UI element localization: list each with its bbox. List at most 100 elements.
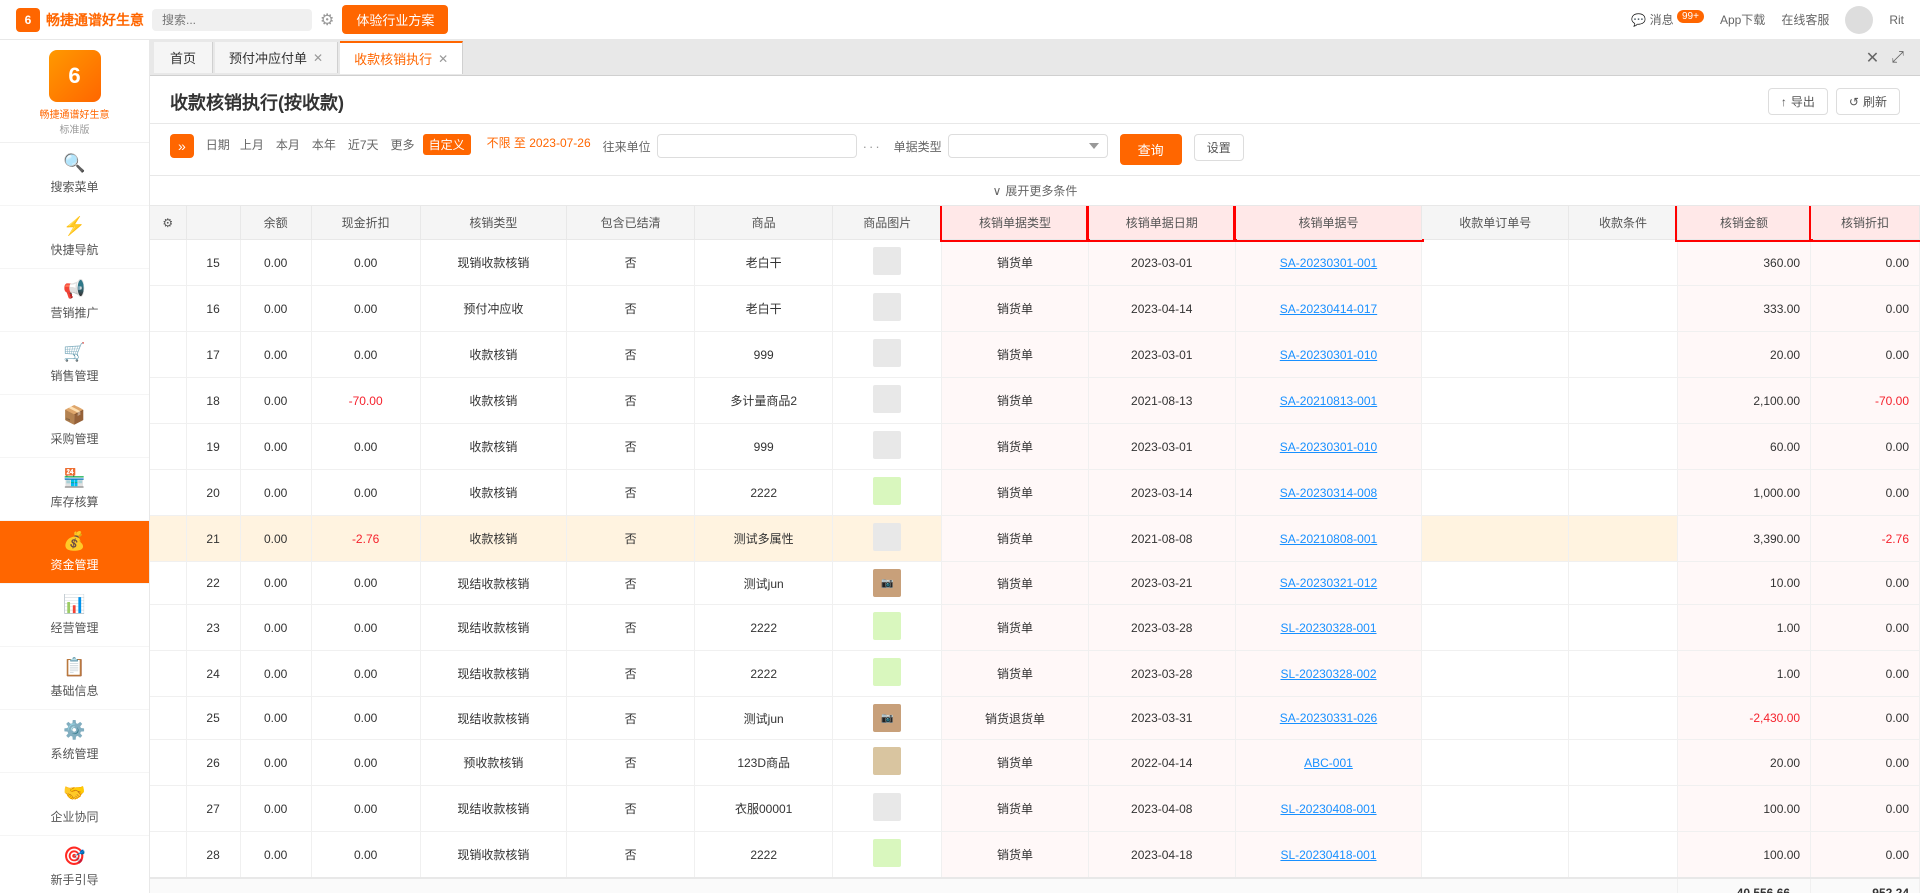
- td-voucher-no[interactable]: SA-20230301-001: [1235, 240, 1422, 286]
- td-cancel-discount: 0.00: [1811, 240, 1920, 286]
- td-gear: [150, 651, 186, 697]
- td-voucher-type: 销货单: [942, 786, 1089, 832]
- td-balance: 0.00: [240, 332, 311, 378]
- avatar[interactable]: [1845, 6, 1873, 34]
- td-voucher-no[interactable]: SA-20210808-001: [1235, 516, 1422, 562]
- setting-button[interactable]: 设置: [1194, 134, 1244, 161]
- td-is-settled: 否: [567, 424, 695, 470]
- td-cancel-type: 预付冲应收: [420, 286, 567, 332]
- td-cancel-discount: 0.00: [1811, 424, 1920, 470]
- refresh-icon: ↺: [1849, 95, 1859, 109]
- td-voucher-date: 2023-03-01: [1088, 424, 1235, 470]
- tab-prepay[interactable]: 预付冲应付单 ✕: [215, 42, 338, 73]
- sidebar-item-search[interactable]: 🔍 搜索菜单: [0, 143, 149, 206]
- sidebar-item-sales[interactable]: 🛒 销售管理: [0, 332, 149, 395]
- td-product: 2222: [695, 470, 833, 516]
- td-collection-cond: [1569, 605, 1678, 651]
- td-collection-cond: [1569, 286, 1678, 332]
- td-cash-discount: 0.00: [311, 332, 420, 378]
- sidebar-item-system[interactable]: ⚙️ 系统管理: [0, 710, 149, 773]
- date-this-year[interactable]: 本年: [308, 134, 340, 155]
- date-range: 不限 至 2023-07-26: [487, 134, 591, 151]
- td-cash-discount: 0.00: [311, 697, 420, 740]
- td-cancel-amount: -2,430.00: [1677, 697, 1810, 740]
- date-7days[interactable]: 近7天: [344, 134, 383, 155]
- td-voucher-no[interactable]: ABC-001: [1235, 740, 1422, 786]
- td-voucher-no[interactable]: SA-20230321-012: [1235, 562, 1422, 605]
- td-cancel-type: 现结收款核销: [420, 697, 567, 740]
- gear-icon[interactable]: ⚙: [320, 10, 334, 30]
- filter-toggle-btn[interactable]: »: [170, 134, 194, 158]
- td-voucher-no[interactable]: SL-20230328-001: [1235, 605, 1422, 651]
- td-voucher-no[interactable]: SA-20230301-010: [1235, 332, 1422, 378]
- product-img: [873, 431, 901, 459]
- query-button[interactable]: 查询: [1120, 134, 1182, 165]
- td-cash-discount: 0.00: [311, 832, 420, 879]
- voucher-type-select[interactable]: [948, 134, 1108, 158]
- online-service[interactable]: 在线客服: [1781, 11, 1829, 28]
- tab-close-all-btn[interactable]: ✕: [1862, 44, 1883, 72]
- partner-input[interactable]: [657, 134, 857, 158]
- td-voucher-no[interactable]: SA-20230314-008: [1235, 470, 1422, 516]
- sidebar-item-operations[interactable]: 📊 经营管理: [0, 584, 149, 647]
- td-product: 多计量商品2: [695, 378, 833, 424]
- td-collection-cond: [1569, 651, 1678, 697]
- sidebar-item-inventory[interactable]: 🏪 库存核算: [0, 458, 149, 521]
- td-cash-discount: 0.00: [311, 605, 420, 651]
- app-download[interactable]: App下载: [1720, 11, 1765, 28]
- td-voucher-no[interactable]: SA-20210813-001: [1235, 378, 1422, 424]
- tab-collection-close[interactable]: ✕: [438, 52, 448, 66]
- sidebar-item-quick[interactable]: ⚡ 快捷导航: [0, 206, 149, 269]
- page-title: 收款核销执行(按收款): [170, 89, 344, 115]
- filter-bar: » 日期 上月 本月 本年 近7天 更多 自定义 不限 至 2023-07-26: [150, 124, 1920, 176]
- tab-collection[interactable]: 收款核销执行 ✕: [340, 41, 463, 74]
- sidebar-item-purchase[interactable]: 📦 采购管理: [0, 395, 149, 458]
- td-product: 老白干: [695, 240, 833, 286]
- refresh-button[interactable]: ↺ 刷新: [1836, 88, 1900, 115]
- td-index: 18: [186, 378, 240, 424]
- tab-home[interactable]: 首页: [154, 42, 213, 73]
- td-balance: 0.00: [240, 740, 311, 786]
- td-voucher-no[interactable]: SL-20230418-001: [1235, 832, 1422, 879]
- td-collection-cond: [1569, 562, 1678, 605]
- table-row: 240.000.00现结收款核销否2222销货单2023-03-28SL-202…: [150, 651, 1920, 697]
- search-input[interactable]: [152, 9, 312, 31]
- sidebar-item-basic[interactable]: 📋 基础信息: [0, 647, 149, 710]
- sidebar-item-marketing[interactable]: 📢 营销推广: [0, 269, 149, 332]
- td-voucher-type: 销货单: [942, 240, 1089, 286]
- td-voucher-no[interactable]: SA-20230301-010: [1235, 424, 1422, 470]
- th-gear[interactable]: ⚙: [150, 206, 186, 240]
- expand-more-btn[interactable]: ∨ 展开更多条件: [993, 182, 1078, 199]
- sidebar-item-guide[interactable]: 🎯 新手引导: [0, 836, 149, 893]
- sum-cancel-discount: 952.24: [1811, 878, 1920, 893]
- date-this-month[interactable]: 本月: [272, 134, 304, 155]
- td-voucher-date: 2023-03-01: [1088, 332, 1235, 378]
- sidebar-item-finance[interactable]: 💰 资金管理: [0, 521, 149, 584]
- sidebar-item-collab[interactable]: 🤝 企业协同: [0, 773, 149, 836]
- export-button[interactable]: ↑ 导出: [1768, 88, 1828, 115]
- td-voucher-no[interactable]: SA-20230331-026: [1235, 697, 1422, 740]
- date-more[interactable]: 更多: [387, 134, 419, 155]
- td-product: 测试多属性: [695, 516, 833, 562]
- tab-prepay-label: 预付冲应付单: [229, 48, 307, 67]
- td-voucher-type: 销货单: [942, 562, 1089, 605]
- td-voucher-no[interactable]: SL-20230408-001: [1235, 786, 1422, 832]
- product-img: 📷: [873, 569, 901, 597]
- industry-btn[interactable]: 体验行业方案: [342, 5, 448, 34]
- td-voucher-no[interactable]: SL-20230328-002: [1235, 651, 1422, 697]
- td-index: 26: [186, 740, 240, 786]
- date-custom[interactable]: 自定义: [423, 134, 471, 155]
- brand: 6 畅捷通谱好生意: [16, 8, 144, 32]
- tab-expand-btn[interactable]: ⤢: [1887, 45, 1908, 71]
- date-last-month[interactable]: 上月: [236, 134, 268, 155]
- system-icon: ⚙️: [63, 720, 85, 741]
- page-actions: ↑ 导出 ↺ 刷新: [1768, 88, 1900, 115]
- td-collection-order: [1422, 651, 1569, 697]
- td-voucher-type: 销货单: [942, 651, 1089, 697]
- sidebar-logo: 6: [49, 50, 101, 102]
- td-voucher-no[interactable]: SA-20230414-017: [1235, 286, 1422, 332]
- td-is-settled: 否: [567, 240, 695, 286]
- notifications[interactable]: 💬 消息 99+: [1631, 11, 1704, 28]
- tab-prepay-close[interactable]: ✕: [313, 51, 323, 65]
- td-collection-cond: [1569, 424, 1678, 470]
